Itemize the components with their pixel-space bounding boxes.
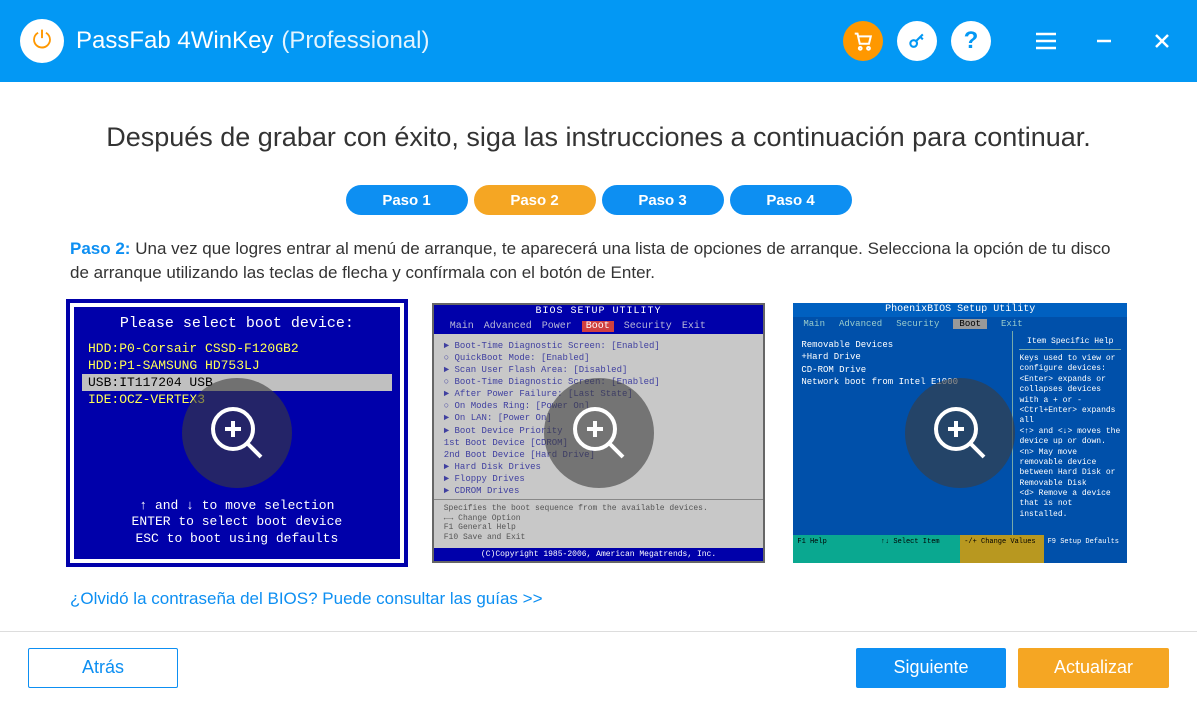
screenshots-row: Please select boot device: HDD:P0-Corsai… xyxy=(70,303,1127,563)
help-button[interactable]: ? xyxy=(951,21,991,61)
cart-button[interactable] xyxy=(843,21,883,61)
step-1-tab[interactable]: Paso 1 xyxy=(346,185,468,215)
close-icon xyxy=(1153,32,1171,50)
next-button[interactable]: Siguiente xyxy=(856,648,1006,688)
zoom-button-3[interactable] xyxy=(905,378,1015,488)
screenshot-3: PhoenixBIOS Setup Utility MainAdvancedSe… xyxy=(793,303,1127,563)
bios2-copyright: (C)Copyright 1985-2006, American Megatre… xyxy=(434,548,764,561)
bios1-item: HDD:P1-SAMSUNG HD753LJ xyxy=(82,357,392,374)
zoom-button-2[interactable] xyxy=(544,378,654,488)
step-3-tab[interactable]: Paso 3 xyxy=(602,185,724,215)
bios3-footer: F1 Help ↑↓ Select Item -/+ Change Values… xyxy=(793,535,1127,563)
power-icon: ⏻ xyxy=(33,27,52,55)
minimize-button[interactable] xyxy=(1089,26,1119,56)
bios3-menu: MainAdvancedSecurityBootExit xyxy=(793,317,1127,331)
steps-nav: Paso 1 Paso 2 Paso 3 Paso 4 xyxy=(70,185,1127,215)
main-content: Después de grabar con éxito, siga las in… xyxy=(0,82,1197,609)
page-heading: Después de grabar con éxito, siga las in… xyxy=(70,122,1127,153)
close-button[interactable] xyxy=(1147,26,1177,56)
bios2-legend: Specifies the boot sequence from the ava… xyxy=(434,499,764,546)
app-edition: (Professional) xyxy=(281,27,429,55)
back-button[interactable]: Atrás xyxy=(28,648,178,688)
menu-button[interactable] xyxy=(1031,26,1061,56)
bios-help-link[interactable]: ¿Olvidó la contraseña del BIOS? Puede co… xyxy=(70,589,1127,609)
app-name: PassFab 4WinKey xyxy=(76,27,273,55)
bios3-help: Item Specific Help Keys used to view or … xyxy=(1012,331,1127,541)
magnify-plus-icon xyxy=(930,403,990,463)
zoom-button-1[interactable] xyxy=(182,378,292,488)
app-logo: ⏻ xyxy=(20,19,64,63)
bios2-title: BIOS SETUP UTILITY xyxy=(434,305,764,319)
bios1-title: Please select boot device: xyxy=(82,315,392,332)
screenshot-2: BIOS SETUP UTILITY MainAdvancedPowerBoot… xyxy=(432,303,766,563)
instruction-text: Paso 2: Una vez que logres entrar al men… xyxy=(70,237,1127,285)
instruction-body: Una vez que logres entrar al menú de arr… xyxy=(70,239,1111,282)
step-4-tab[interactable]: Paso 4 xyxy=(730,185,852,215)
minimize-icon xyxy=(1095,32,1113,50)
step-label: Paso 2: xyxy=(70,239,130,258)
screenshot-1: Please select boot device: HDD:P0-Corsai… xyxy=(70,303,404,563)
bios2-menu: MainAdvancedPowerBootSecurityExit xyxy=(434,319,764,334)
titlebar: ⏻ PassFab 4WinKey (Professional) ? xyxy=(0,0,1197,82)
bios3-title: PhoenixBIOS Setup Utility xyxy=(793,303,1127,317)
magnify-plus-icon xyxy=(207,403,267,463)
key-button[interactable] xyxy=(897,21,937,61)
key-icon xyxy=(907,31,927,51)
hamburger-icon xyxy=(1035,32,1057,50)
step-2-tab[interactable]: Paso 2 xyxy=(474,185,596,215)
magnify-plus-icon xyxy=(569,403,629,463)
cart-icon xyxy=(852,30,874,52)
update-button[interactable]: Actualizar xyxy=(1018,648,1169,688)
bios1-item: HDD:P0-Corsair CSSD-F120GB2 xyxy=(82,340,392,357)
footer-bar: Atrás Siguiente Actualizar xyxy=(0,631,1197,703)
question-icon: ? xyxy=(964,27,979,55)
bios1-footer: ↑ and ↓ to move selection ENTER to selec… xyxy=(82,498,392,549)
